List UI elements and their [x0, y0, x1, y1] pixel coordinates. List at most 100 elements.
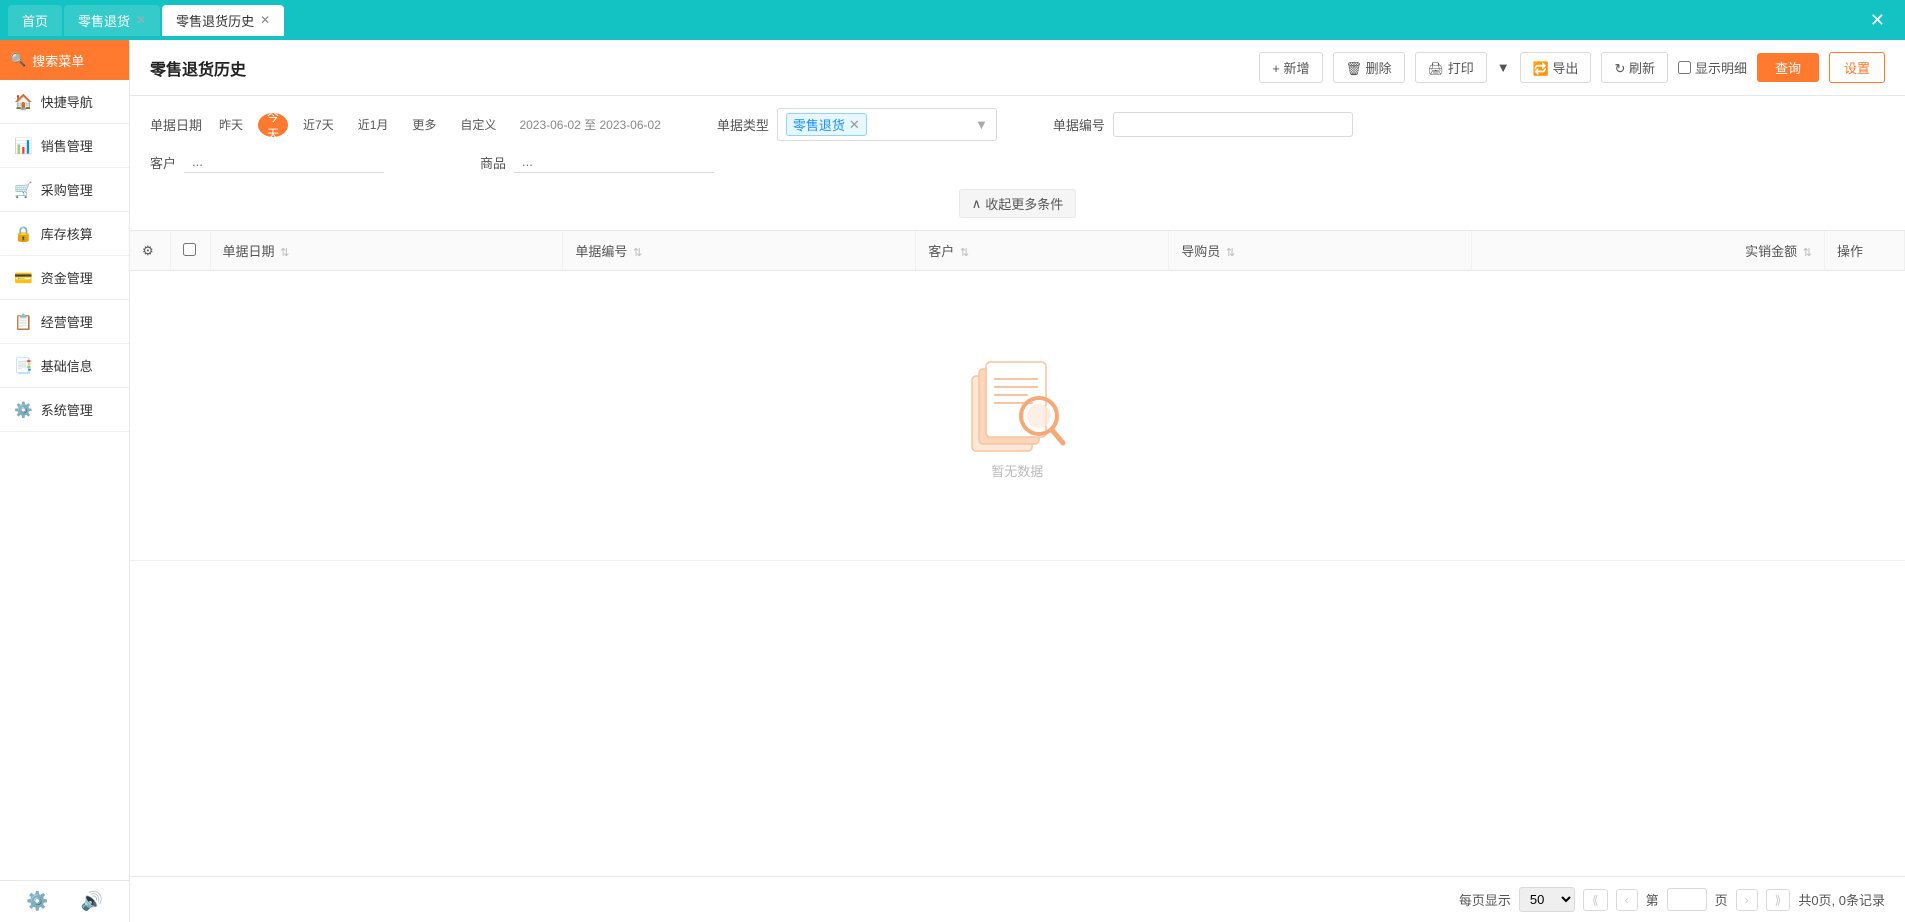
next-page-button[interactable]: › — [1736, 889, 1758, 911]
sidebar-item-sys-mgmt[interactable]: ⚙️ 系统管理 — [0, 388, 129, 432]
window-close-button[interactable]: ✕ — [1858, 10, 1897, 31]
date-btn-more[interactable]: 更多 — [403, 113, 445, 136]
top-bar: 首页 零售退货 ✕ 零售退货历史 ✕ ✕ — [0, 0, 1905, 40]
prev-page-button[interactable]: ‹ — [1616, 889, 1638, 911]
sidebar-item-quick-nav-label: 快捷导航 — [41, 92, 93, 111]
collapse-label: 收起更多条件 — [985, 194, 1063, 213]
col-date-label: 单据日期 — [223, 244, 275, 259]
collapse-button[interactable]: ∧ 收起更多条件 — [959, 189, 1077, 218]
sidebar-bottom: ⚙️ 🔊 — [0, 880, 129, 922]
per-page-select[interactable]: 50 100 200 — [1519, 887, 1575, 912]
col-ops: 操作 — [1825, 231, 1905, 271]
show-detail-checkbox[interactable] — [1678, 61, 1691, 74]
date-options: 昨天 今天 近7天 近1月 更多 自定义 — [210, 113, 505, 137]
sidebar-item-purchase[interactable]: 🛒 采购管理 — [0, 168, 129, 212]
table-checkbox-col — [170, 231, 210, 271]
sidebar-item-basic-info-label: 基础信息 — [41, 356, 93, 375]
col-customer-label: 客户 — [928, 244, 954, 259]
total-text: 共0页, 0条记录 — [1798, 890, 1885, 909]
filter-row-1: 单据日期 昨天 今天 近7天 近1月 更多 自定义 2023-06-02 至 2… — [150, 108, 1885, 141]
search-icon: 🔍 — [10, 52, 26, 68]
last-page-button[interactable]: ⟫ — [1766, 889, 1791, 911]
sidebar-search-label: 搜索菜单 — [32, 51, 84, 70]
sidebar-item-quick-nav[interactable]: 🏠 快捷导航 — [0, 80, 129, 124]
sidebar-item-basic-info[interactable]: 📑 基础信息 — [0, 344, 129, 388]
sidebar-item-sales[interactable]: 📊 销售管理 — [0, 124, 129, 168]
date-btn-custom[interactable]: 自定义 — [451, 113, 505, 136]
tab-retail-return-close[interactable]: ✕ — [136, 13, 146, 27]
header-actions: + 新增 🗑 删除 🖨 打印 ▼ 🔁 导出 ↻ 刷新 显示明细 查询 设置 — [1259, 52, 1885, 83]
sidebar-item-ops[interactable]: 📋 经营管理 — [0, 300, 129, 344]
type-filter-label: 单据类型 — [717, 115, 769, 134]
date-filter-label: 单据日期 — [150, 115, 202, 134]
col-date-sort[interactable]: ⇅ — [280, 247, 289, 259]
sidebar-search[interactable]: 🔍 搜索菜单 — [0, 40, 129, 80]
date-btn-1month[interactable]: 近1月 — [349, 113, 398, 136]
table-settings-icon[interactable]: ⚙ — [142, 243, 154, 258]
delete-button[interactable]: 🗑 删除 — [1333, 52, 1405, 83]
sidebar-item-purchase-label: 采购管理 — [41, 180, 93, 199]
collapse-container: ∧ 收起更多条件 — [150, 183, 1885, 218]
sidebar-item-inventory[interactable]: 🔒 库存核算 — [0, 212, 129, 256]
type-tag-close[interactable]: ✕ — [849, 117, 860, 133]
new-button[interactable]: + 新增 — [1259, 52, 1322, 83]
id-filter-label: 单据编号 — [1053, 115, 1105, 134]
customer-filter-label: 客户 — [150, 153, 176, 172]
date-btn-today[interactable]: 今天 — [258, 113, 288, 137]
tab-retail-return-history-close[interactable]: ✕ — [260, 13, 270, 27]
col-date[interactable]: 单据日期 ⇅ — [210, 231, 563, 271]
table-settings-col[interactable]: ⚙ — [130, 231, 170, 271]
col-customer-sort[interactable]: ⇅ — [960, 247, 969, 259]
finance-icon: 💳 — [14, 269, 33, 287]
col-amount[interactable]: 实销金额 ⇅ — [1472, 231, 1825, 271]
page-title: 零售退货历史 — [150, 56, 246, 80]
sidebar-item-sys-mgmt-label: 系统管理 — [41, 400, 93, 419]
page-header: 零售退货历史 + 新增 🗑 删除 🖨 打印 ▼ 🔁 导出 ↻ 刷新 显示明细 查… — [130, 40, 1905, 96]
tab-home[interactable]: 首页 — [8, 5, 62, 36]
page-input[interactable]: 1 — [1667, 888, 1707, 911]
sidebar-audio-icon[interactable]: 🔊 — [81, 891, 103, 912]
col-ops-label: 操作 — [1837, 244, 1863, 259]
export-button[interactable]: 🔁 导出 — [1520, 52, 1592, 83]
pagination-bar: 每页显示 50 100 200 ⟪ ‹ 第 1 页 › ⟫ 共0页, 0条记录 — [130, 876, 1905, 922]
first-page-button[interactable]: ⟪ — [1583, 889, 1608, 911]
tab-retail-return[interactable]: 零售退货 ✕ — [64, 5, 160, 36]
date-range-text: 2023-06-02 至 2023-06-02 — [519, 116, 660, 133]
customer-filter-input[interactable] — [184, 151, 384, 173]
page-unit: 页 — [1715, 890, 1728, 909]
sales-icon: 📊 — [14, 137, 33, 155]
sidebar-item-finance[interactable]: 💳 资金管理 — [0, 256, 129, 300]
settings-button[interactable]: 设置 — [1829, 52, 1885, 83]
col-number-sort[interactable]: ⇅ — [633, 247, 642, 259]
customer-filter-group: 客户 — [150, 151, 384, 173]
type-select[interactable]: 零售退货 ✕ ▼ — [777, 108, 997, 141]
sidebar-settings-icon[interactable]: ⚙️ — [26, 891, 48, 912]
print-button[interactable]: 🖨 打印 — [1415, 52, 1487, 83]
tab-retail-return-history[interactable]: 零售退货历史 ✕ — [162, 5, 284, 36]
date-btn-7days[interactable]: 近7天 — [294, 113, 343, 136]
page-label: 第 — [1646, 890, 1659, 909]
data-table: ⚙ 单据日期 ⇅ 单据编号 ⇅ — [130, 231, 1905, 561]
date-btn-yesterday[interactable]: 昨天 — [210, 113, 252, 136]
ops-icon: 📋 — [14, 313, 33, 331]
content-area: 零售退货历史 + 新增 🗑 删除 🖨 打印 ▼ 🔁 导出 ↻ 刷新 显示明细 查… — [130, 40, 1905, 922]
show-detail-checkbox-label[interactable]: 显示明细 — [1678, 58, 1747, 77]
col-customer[interactable]: 客户 ⇅ — [916, 231, 1169, 271]
col-number[interactable]: 单据编号 ⇅ — [563, 231, 916, 271]
query-button[interactable]: 查询 — [1757, 53, 1819, 82]
table-select-all[interactable] — [183, 243, 196, 256]
refresh-button[interactable]: ↻ 刷新 — [1601, 52, 1668, 83]
col-guide-sort[interactable]: ⇅ — [1226, 247, 1235, 259]
goods-filter-label: 商品 — [480, 153, 506, 172]
type-tag: 零售退货 ✕ — [786, 113, 867, 136]
goods-filter-input[interactable] — [514, 151, 714, 173]
id-filter-input[interactable] — [1113, 112, 1353, 137]
print-dropdown-icon[interactable]: ▼ — [1497, 60, 1510, 75]
col-amount-sort[interactable]: ⇅ — [1803, 247, 1812, 259]
col-guide[interactable]: 导购员 ⇅ — [1169, 231, 1472, 271]
sys-icon: ⚙️ — [14, 401, 33, 419]
type-tag-value: 零售退货 — [793, 115, 845, 134]
tab-retail-return-label: 零售退货 — [78, 11, 130, 30]
type-dropdown-icon[interactable]: ▼ — [975, 117, 988, 132]
date-filter-group: 单据日期 昨天 今天 近7天 近1月 更多 自定义 2023-06-02 至 2… — [150, 113, 661, 137]
